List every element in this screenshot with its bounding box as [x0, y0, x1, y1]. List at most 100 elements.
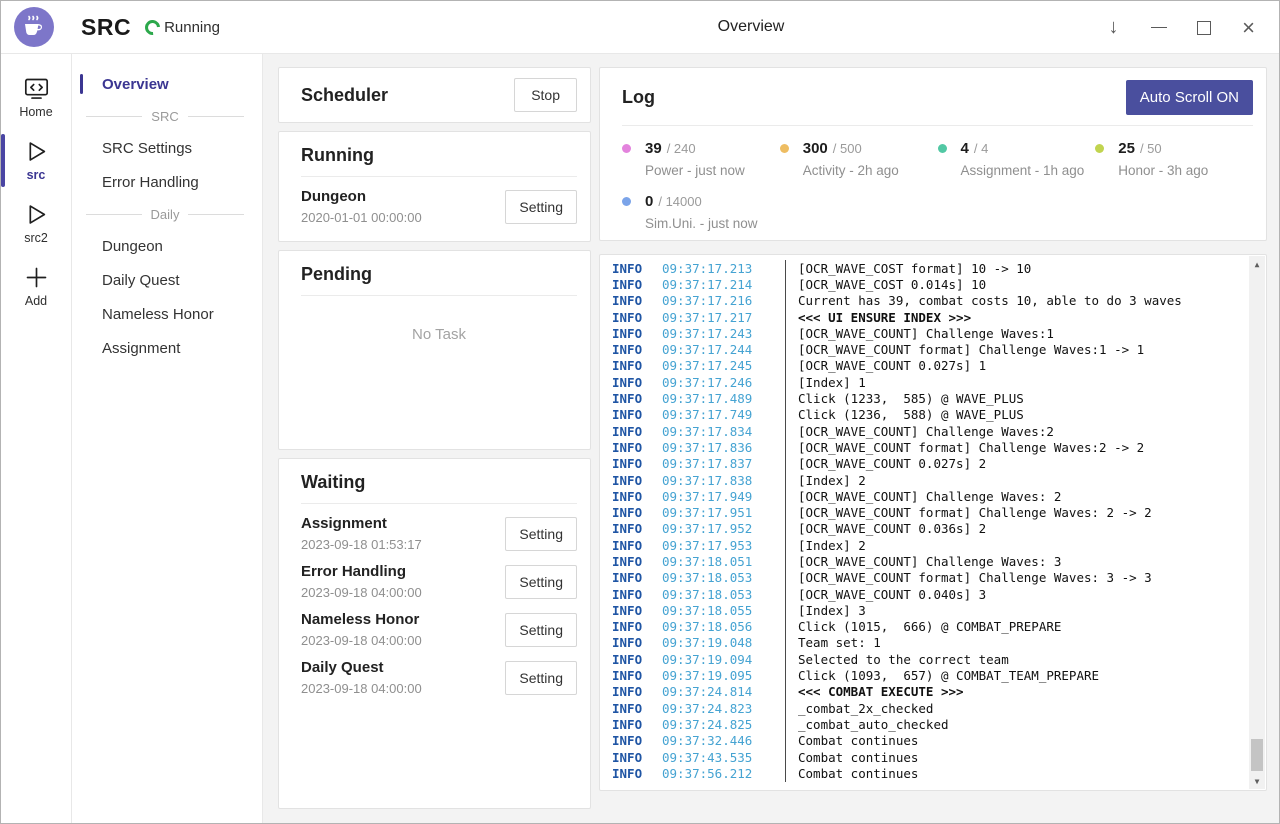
titlebar: SRC Running Overview ↓ ×: [1, 1, 1279, 54]
waiting-task-list: Assignment 2023-09-18 01:53:17 Setting E…: [301, 515, 577, 696]
log-level: INFO: [612, 325, 643, 341]
setting-button[interactable]: Setting: [505, 516, 577, 551]
log-line: INFO 09:37:18.053 [OCR_WAVE_COUNT 0.040s…: [600, 585, 1249, 603]
log-level: INFO: [612, 423, 643, 439]
close-button[interactable]: ×: [1226, 1, 1271, 54]
log-line: INFO 09:37:17.217 <<< UI ENSURE INDEX >>…: [600, 308, 1249, 326]
nav-divider-daily: Daily: [72, 199, 262, 229]
log-lines: INFO 09:37:17.213 [OCR_WAVE_COST format]…: [600, 260, 1249, 790]
log-line: INFO 09:37:17.214 [OCR_WAVE_COST 0.014s]…: [600, 276, 1249, 293]
nav-item-src-settings[interactable]: SRC Settings: [72, 131, 262, 165]
maximize-button[interactable]: [1181, 1, 1226, 54]
log-level: INFO: [612, 700, 643, 716]
stat-caption: Honor - 3h ago: [1118, 163, 1209, 178]
minimize-button[interactable]: [1136, 1, 1181, 54]
log-level: INFO: [612, 439, 643, 455]
nav-item-assignment[interactable]: Assignment: [72, 331, 262, 365]
log-level: INFO: [612, 586, 643, 602]
task-name: Nameless Honor: [301, 611, 420, 628]
nav-item-daily-quest[interactable]: Daily Quest: [72, 263, 262, 297]
stat-item: 0 / 14000 Sim.Uni. - just now: [622, 193, 780, 231]
log-timestamp: 09:37:32.446: [662, 733, 753, 749]
log-message: [OCR_WAVE_COUNT] Challenge Waves: 2: [785, 488, 1061, 505]
nav-item-nameless-honor[interactable]: Nameless Honor: [72, 297, 262, 331]
log-message: Click (1093, 657) @ COMBAT_TEAM_PREPARE: [785, 667, 1099, 684]
nav-item-overview[interactable]: Overview: [72, 67, 262, 101]
rail-label-add: Add: [24, 294, 48, 308]
rail-item-home[interactable]: Home: [1, 67, 71, 128]
window-controls: ↓ ×: [1091, 1, 1271, 54]
log-timestamp: 09:37:17.244: [662, 342, 753, 358]
log-level: INFO: [612, 553, 643, 569]
log-scrollbar[interactable]: ▲ ▼: [1249, 256, 1265, 789]
log-message: Combat continues: [785, 748, 918, 766]
log-timestamp: 09:37:18.053: [662, 570, 753, 586]
waiting-card: Waiting Assignment 2023-09-18 01:53:17 S…: [278, 458, 591, 809]
log-timestamp: 09:37:17.243: [662, 325, 753, 341]
minimize-icon: [1150, 27, 1167, 28]
stat-value: 39: [645, 140, 662, 157]
setting-button[interactable]: Setting: [505, 564, 577, 599]
stat-value: 300: [802, 140, 828, 157]
nav-menu: Overview SRC SRC Settings Error Handling…: [72, 54, 263, 823]
log-timestamp: 09:37:19.094: [662, 651, 753, 667]
log-level: INFO: [612, 276, 643, 292]
log-timestamp: 09:37:17.836: [662, 439, 753, 455]
waiting-title: Waiting: [301, 472, 366, 492]
log-level: INFO: [612, 309, 643, 325]
log-level: INFO: [612, 619, 643, 635]
auto-scroll-button[interactable]: Auto Scroll ON: [1125, 80, 1253, 115]
log-timestamp: 09:37:18.053: [662, 586, 753, 602]
rail-item-src[interactable]: src: [1, 130, 71, 191]
nav-divider-src: SRC: [72, 101, 262, 131]
download-update-button[interactable]: ↓: [1091, 1, 1136, 54]
log-level: INFO: [612, 472, 643, 488]
setting-button[interactable]: Setting: [505, 189, 577, 224]
log-line: INFO 09:37:17.952 [OCR_WAVE_COUNT 0.036s…: [600, 520, 1249, 538]
log-line: INFO 09:37:18.056 Click (1015, 666) @ CO…: [600, 618, 1249, 635]
log-message: <<< UI ENSURE INDEX >>>: [785, 308, 971, 326]
stat-item: 25 / 50 Honor - 3h ago: [1095, 140, 1253, 178]
log-level: INFO: [612, 537, 643, 553]
log-line: INFO 09:37:43.535 Combat continues: [600, 748, 1249, 766]
log-message: [Index] 1: [785, 374, 866, 391]
task-name: Dungeon: [301, 188, 366, 205]
setting-button[interactable]: Setting: [505, 612, 577, 647]
plus-icon: [22, 263, 50, 291]
stat-dot-icon: [622, 197, 631, 206]
log-message: Current has 39, combat costs 10, able to…: [785, 292, 1182, 309]
log-message: [OCR_WAVE_COUNT format] Challenge Waves:…: [785, 439, 1144, 456]
task-name: Error Handling: [301, 563, 407, 580]
log-timestamp: 09:37:17.489: [662, 391, 753, 407]
log-timestamp: 09:37:17.837: [662, 456, 753, 472]
play-icon: [22, 137, 50, 165]
nav-item-dungeon[interactable]: Dungeon: [72, 229, 262, 263]
log-message: [Index] 2: [785, 471, 866, 489]
stat-dot-icon: [937, 144, 947, 153]
log-line: INFO 09:37:19.095 Click (1093, 657) @ CO…: [600, 667, 1249, 684]
stat-total: / 500: [832, 141, 862, 156]
stat-total: / 50: [1139, 141, 1162, 156]
stop-button[interactable]: Stop: [514, 78, 577, 112]
nav-item-error-handling[interactable]: Error Handling: [72, 165, 262, 199]
rail-item-src2[interactable]: src2: [1, 193, 71, 254]
scrollbar-thumb[interactable]: [1251, 739, 1263, 771]
rail-item-add[interactable]: Add: [1, 256, 71, 317]
log-line: INFO 09:37:17.749 Click (1236, 588) @ WA…: [600, 406, 1249, 423]
stats-grid: 39 / 240 Power - just now 300 / 500 Acti…: [622, 126, 1253, 231]
app-logo: [14, 7, 54, 47]
log-level: INFO: [612, 358, 643, 374]
pending-card: Pending No Task: [278, 250, 591, 450]
log-line: INFO 09:37:17.834 [OCR_WAVE_COUNT] Chall…: [600, 422, 1249, 440]
task-row: Assignment 2023-09-18 01:53:17 Setting: [301, 515, 577, 552]
task-row: Dungeon 2020-01-01 00:00:00 Setting: [301, 188, 577, 225]
log-message: [OCR_WAVE_COUNT 0.036s] 2: [785, 520, 986, 538]
scroll-up-icon[interactable]: ▲: [1249, 256, 1265, 272]
log-level: INFO: [612, 456, 643, 472]
no-task-label: No Task: [412, 326, 466, 343]
log-line: INFO 09:37:24.823 _combat_2x_checked: [600, 700, 1249, 717]
setting-button[interactable]: Setting: [505, 660, 577, 695]
task-row: Daily Quest 2023-09-18 04:00:00 Setting: [301, 659, 577, 696]
task-name: Assignment: [301, 515, 387, 532]
scroll-down-icon[interactable]: ▼: [1249, 773, 1265, 789]
